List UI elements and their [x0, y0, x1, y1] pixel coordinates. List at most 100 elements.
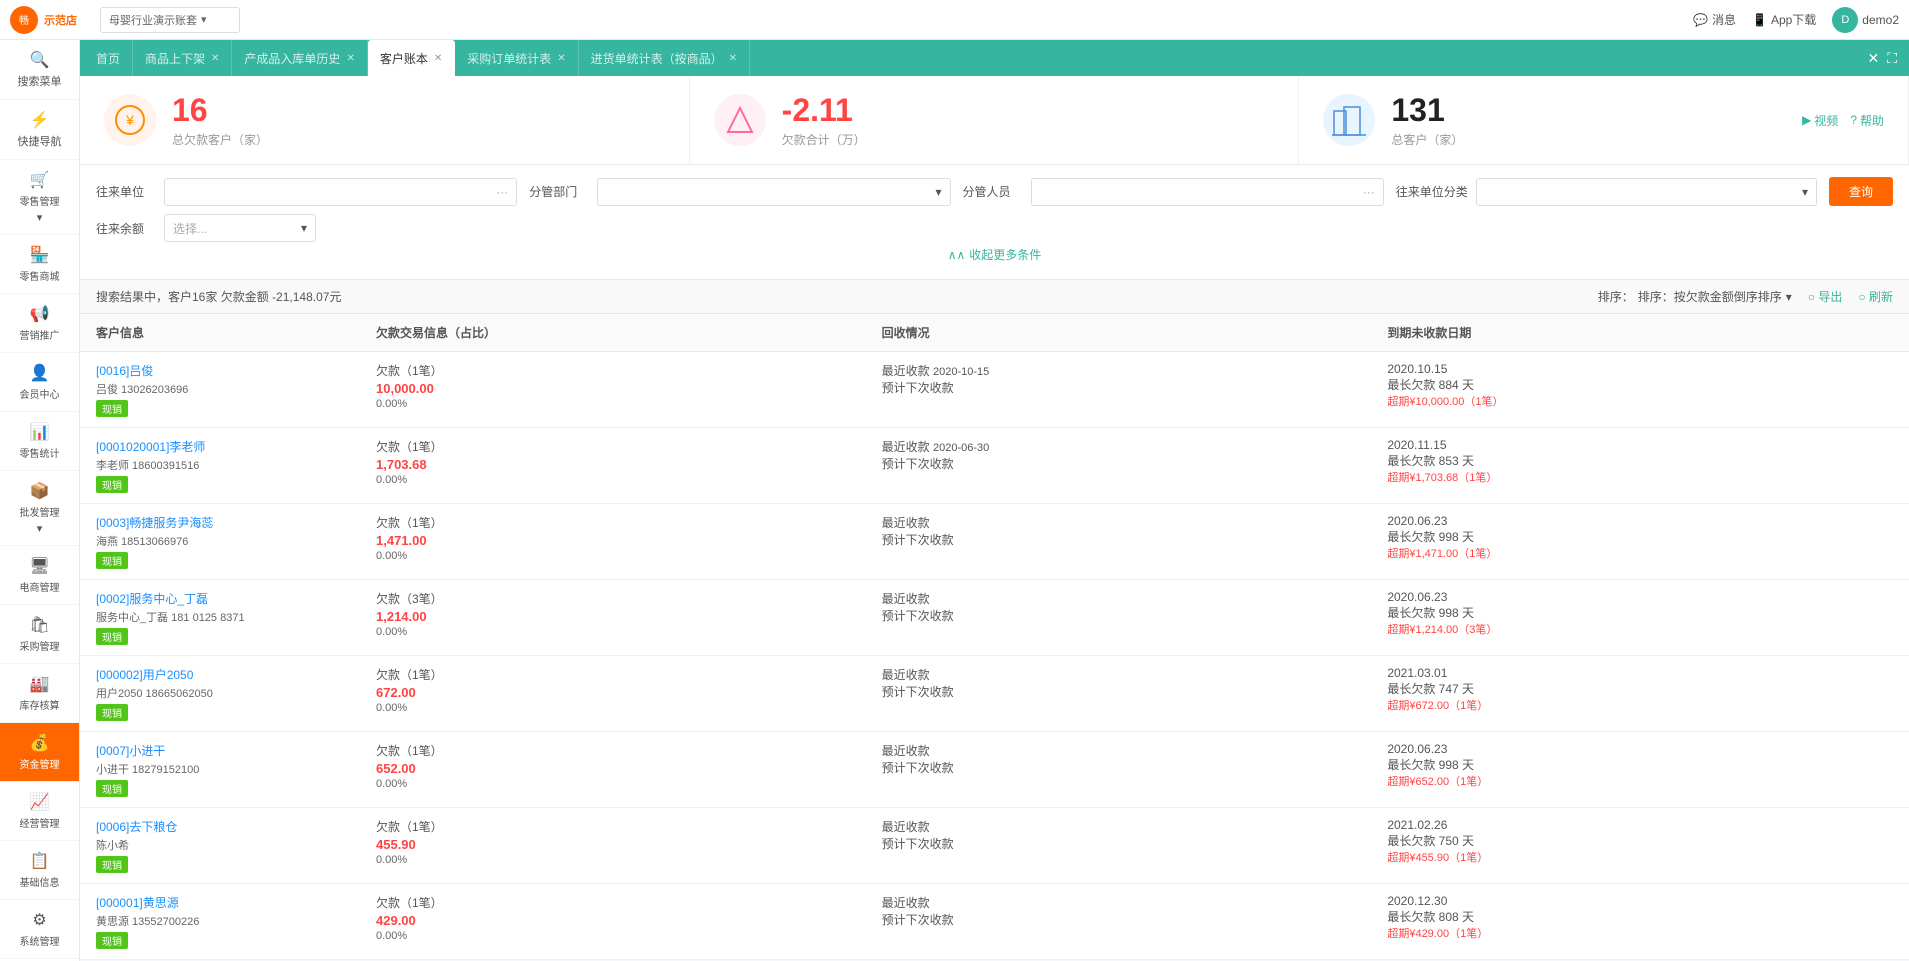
avatar: D: [1832, 7, 1858, 33]
overdue-link-2[interactable]: 超期¥1,471.00（1笔）: [1387, 545, 1893, 561]
debt-amount-0[interactable]: 10,000.00: [376, 381, 882, 396]
tab-purchase-product[interactable]: 进货单统计表（按商品） ✕: [579, 40, 750, 76]
result-amount-value: -21,148.07元: [272, 290, 341, 304]
sidebar-item-basic[interactable]: 📋 基础信息: [0, 841, 79, 900]
expiry-info-2: 2020.06.23 最长欠款 998 天 超期¥1,471.00（1笔）: [1387, 514, 1893, 561]
table-row: [0007]小进干 小进干 18279152100 现销 欠款（1笔） 652.…: [80, 732, 1909, 808]
message-btn[interactable]: 💬 消息: [1693, 11, 1736, 28]
overdue-link-7[interactable]: 超期¥429.00（1笔）: [1387, 925, 1893, 941]
filter-balance: 往来余额 选择... ▾: [96, 214, 316, 242]
tab-home[interactable]: 首页: [84, 40, 133, 76]
stat-icon-debt: ¥: [104, 94, 156, 146]
svg-text:¥: ¥: [125, 112, 134, 128]
customer-name-3[interactable]: [0002]服务中心_丁磊: [96, 590, 376, 607]
tab-purchase-stat-close[interactable]: ✕: [557, 53, 565, 64]
col-header-expiry: 到期未收款日期: [1387, 324, 1893, 341]
collapse-row[interactable]: ∧∧ 收起更多条件: [96, 242, 1893, 267]
customer-phone-6: 陈小希: [96, 837, 376, 853]
overdue-link-0[interactable]: 超期¥10,000.00（1笔）: [1387, 393, 1893, 409]
sidebar-item-marketing[interactable]: 📢 营销推广: [0, 294, 79, 353]
debt-count-1: 欠款（1笔）: [376, 438, 882, 455]
debt-amount-7[interactable]: 429.00: [376, 913, 882, 928]
sidebar-item-retail-stat[interactable]: 📊 零售统计: [0, 412, 79, 471]
filter-person-input[interactable]: ···: [1031, 178, 1384, 206]
sidebar-item-search[interactable]: 🔍 搜索菜单: [0, 40, 79, 100]
tab-customer-account-close[interactable]: ✕: [434, 53, 442, 64]
query-button[interactable]: 查询: [1829, 177, 1893, 206]
result-amount-label: 欠款金额: [221, 290, 269, 304]
tab-customer-account[interactable]: 客户账本 ✕: [368, 40, 455, 76]
sort-select[interactable]: 排序： 排序：按欠款金额倒序排序 ▾: [1598, 288, 1792, 305]
tab-purchase-stat[interactable]: 采购订单统计表 ✕: [455, 40, 578, 76]
customer-name-2[interactable]: [0003]畅捷服务尹海蕊: [96, 514, 376, 531]
dept-chevron: ▾: [935, 185, 941, 199]
customer-name-6[interactable]: [0006]去下粮仓: [96, 818, 376, 835]
overdue-link-3[interactable]: 超期¥1,214.00（3笔）: [1387, 621, 1893, 637]
sidebar-item-system[interactable]: ⚙ 系统管理: [0, 900, 79, 959]
table-container: 客户信息 欠款交易信息（占比） 回收情况 到期未收款日期 [0016]吕俊 吕俊…: [80, 314, 1909, 960]
app-download-btn[interactable]: 📱 App下载: [1752, 11, 1816, 28]
customer-tag-4: 现销: [96, 704, 128, 721]
sidebar-item-quick-nav[interactable]: ⚡ 快捷导航: [0, 100, 79, 160]
sidebar-item-operation[interactable]: 📈 经营管理: [0, 782, 79, 841]
customer-info-2: [0003]畅捷服务尹海蕊 海燕 18513066976 现销: [96, 514, 376, 569]
filter-from-unit: 往来单位 ···: [96, 178, 517, 206]
tab-product-history-label: 产成品入库单历史: [244, 50, 340, 67]
sidebar-item-warehouse[interactable]: 🏭 库存核算: [0, 664, 79, 723]
sidebar-item-member[interactable]: 👤 会员中心: [0, 353, 79, 412]
customer-name-7[interactable]: [000001]黄思源: [96, 894, 376, 911]
sidebar: 🔍 搜索菜单 ⚡ 快捷导航 🛒 零售管理 ▾ 🏪 零售商城 📢 营销推广 �: [0, 40, 80, 961]
tab-expand-icon[interactable]: ⛶: [1887, 50, 1897, 67]
recovery-info-2: 最近收款 预计下次收款: [882, 514, 1388, 548]
tab-product-off[interactable]: 商品上下架 ✕: [133, 40, 232, 76]
sidebar-item-finance[interactable]: 💰 资金管理: [0, 723, 79, 782]
debt-amount-1[interactable]: 1,703.68: [376, 457, 882, 472]
sidebar-item-ecommerce[interactable]: 🖥 电商管理: [0, 546, 79, 605]
tab-close-all-icon[interactable]: ✕: [1867, 50, 1879, 67]
sidebar-item-retail-store[interactable]: 🏪 零售商城: [0, 235, 79, 294]
filter-dept-select[interactable]: ▾: [597, 178, 950, 206]
tab-product-history[interactable]: 产成品入库单历史 ✕: [232, 40, 367, 76]
debt-amount-5[interactable]: 652.00: [376, 761, 882, 776]
video-btn[interactable]: ▶ 视频: [1802, 112, 1838, 129]
sidebar-item-batch-mgmt[interactable]: 📦 批发管理 ▾: [0, 471, 79, 546]
dropdown-icon: ▾: [201, 13, 207, 26]
debt-amount-3[interactable]: 1,214.00: [376, 609, 882, 624]
main-layout: 🔍 搜索菜单 ⚡ 快捷导航 🛒 零售管理 ▾ 🏪 零售商城 📢 营销推广 �: [0, 40, 1909, 961]
export-button[interactable]: ○ 导出: [1808, 288, 1843, 305]
customer-name-5[interactable]: [0007]小进干: [96, 742, 376, 759]
help-btn[interactable]: ? 帮助: [1850, 112, 1884, 129]
overdue-link-5[interactable]: 超期¥652.00（1笔）: [1387, 773, 1893, 789]
filter-from-unit-input[interactable]: ···: [164, 178, 517, 206]
user-menu[interactable]: D demo2: [1832, 7, 1899, 33]
operation-icon: 📈: [30, 792, 50, 812]
refresh-button[interactable]: ○ 刷新: [1858, 288, 1893, 305]
customer-name-1[interactable]: [0001020001]李老师: [96, 438, 376, 455]
customer-name-4[interactable]: [000002]用户2050: [96, 666, 376, 683]
refresh-icon: ○: [1858, 290, 1869, 304]
sidebar-item-retail-mgmt[interactable]: 🛒 零售管理 ▾: [0, 160, 79, 235]
tab-purchase-product-close[interactable]: ✕: [729, 53, 737, 64]
debt-amount-2[interactable]: 1,471.00: [376, 533, 882, 548]
filter-balance-select[interactable]: 选择... ▾: [164, 214, 316, 242]
debt-info-4: 欠款（1笔） 672.00 0.00%: [376, 666, 882, 714]
overdue-link-6[interactable]: 超期¥455.90（1笔）: [1387, 849, 1893, 865]
customer-tag-1: 现销: [96, 476, 128, 493]
customer-phone-3: 服务中心_丁磊 181 0125 8371: [96, 609, 376, 625]
tab-product-off-close[interactable]: ✕: [211, 53, 219, 64]
filter-unit-type-select[interactable]: ▾: [1476, 178, 1817, 206]
expiry-info-6: 2021.02.26 最长欠款 750 天 超期¥455.90（1笔）: [1387, 818, 1893, 865]
sidebar-item-purchase[interactable]: 🛍 采购管理: [0, 605, 79, 664]
customer-name-0[interactable]: [0016]吕俊: [96, 362, 376, 379]
stat-card-debt-customers: ¥ 16 总欠款客户（家）: [80, 76, 690, 164]
debt-amount-4[interactable]: 672.00: [376, 685, 882, 700]
filter-dept: 分管部门 ▾: [529, 178, 950, 206]
overdue-link-1[interactable]: 超期¥1,703.68（1笔）: [1387, 469, 1893, 485]
expiry-info-3: 2020.06.23 最长欠款 998 天 超期¥1,214.00（3笔）: [1387, 590, 1893, 637]
video-icon: ▶: [1802, 113, 1811, 127]
store-selector[interactable]: 母婴行业演示账套 ▾: [100, 7, 240, 33]
overdue-link-4[interactable]: 超期¥672.00（1笔）: [1387, 697, 1893, 713]
tab-product-history-close[interactable]: ✕: [346, 53, 354, 64]
debt-amount-6[interactable]: 455.90: [376, 837, 882, 852]
result-info: 搜索结果中，客户16家 欠款金额 -21,148.07元: [96, 288, 341, 305]
